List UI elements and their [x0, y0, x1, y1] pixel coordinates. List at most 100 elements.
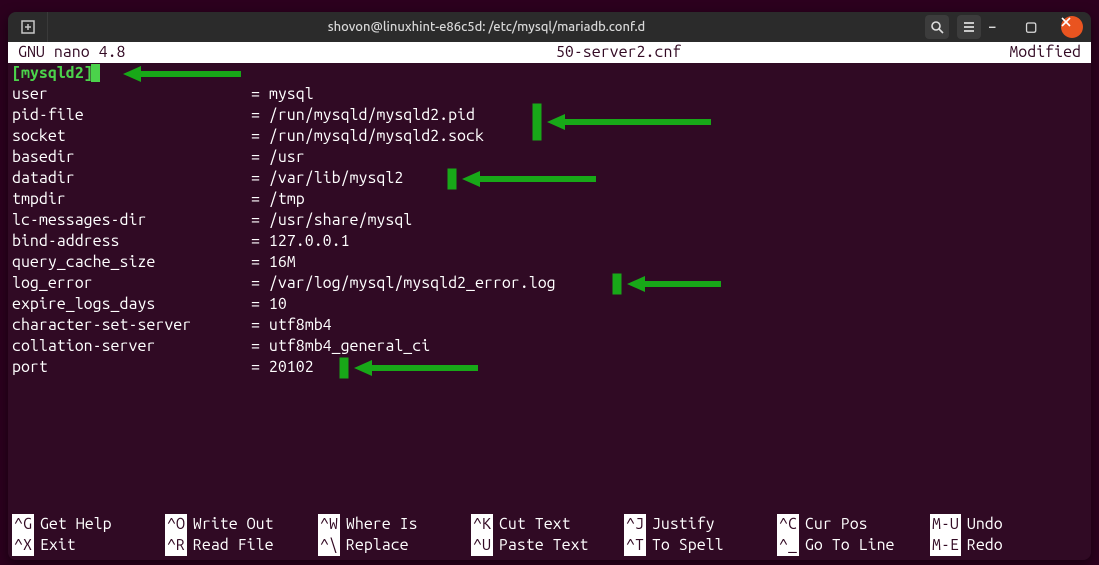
- shortcut-key: ^O: [165, 514, 187, 535]
- maximize-button[interactable]: ▢: [1025, 20, 1053, 35]
- config-value: /usr: [269, 148, 305, 166]
- config-line: socket = /run/mysqld/mysqld2.sock: [12, 126, 1091, 147]
- config-line: bind-address = 127.0.0.1: [12, 231, 1091, 252]
- shortcut-label: Get Help: [40, 514, 112, 535]
- search-button[interactable]: [925, 15, 949, 39]
- config-key: lc-messages-dir: [12, 210, 242, 231]
- config-line: tmpdir = /tmp: [12, 189, 1091, 210]
- nano-filename: 50-server2.cnf: [228, 42, 1009, 63]
- titlebar: shovon@linuxhint-e86c5d: /etc/mysql/mari…: [8, 12, 1091, 42]
- shortcut-label: Paste Text: [499, 535, 589, 556]
- shortcut-item: ^\ Replace: [318, 535, 471, 556]
- newtab-button[interactable]: [8, 12, 48, 42]
- shortcut-key: ^W: [318, 514, 340, 535]
- config-key: datadir: [12, 168, 242, 189]
- config-line: log_error = /var/log/mysql/mysqld2_error…: [12, 273, 1091, 294]
- config-value: /run/mysqld/mysqld2.pid: [269, 106, 475, 124]
- config-value: /tmp: [269, 190, 305, 208]
- shortcut-label: Cut Text: [499, 514, 571, 535]
- config-value: 10: [269, 295, 287, 313]
- config-key: socket: [12, 126, 242, 147]
- shortcut-item: ^R Read File: [165, 535, 318, 556]
- config-line: port = 20102: [12, 357, 1091, 378]
- shortcut-key: ^_: [777, 535, 799, 556]
- config-line: pid-file = /run/mysqld/mysqld2.pid: [12, 105, 1091, 126]
- shortcut-key: ^T: [624, 535, 646, 556]
- nano-app: GNU nano 4.8: [8, 42, 228, 63]
- shortcut-key: M-E: [930, 535, 961, 556]
- config-key: user: [12, 84, 242, 105]
- terminal-window: shovon@linuxhint-e86c5d: /etc/mysql/mari…: [8, 12, 1091, 560]
- shortcut-item: M-E Redo: [930, 535, 1083, 556]
- shortcut-key: ^J: [624, 514, 646, 535]
- config-key: pid-file: [12, 105, 242, 126]
- nano-shortcuts: ^G Get Help ^O Write Out ^W Where Is ^KCut Tex…: [8, 514, 1091, 556]
- shortcut-label: Cur Pos: [805, 514, 868, 535]
- config-line: character-set-server = utf8mb4: [12, 315, 1091, 336]
- shortcut-label: Replace: [346, 535, 409, 556]
- shortcut-label: Justify: [652, 514, 715, 535]
- config-key: character-set-server: [12, 315, 242, 336]
- shortcut-key: ^U: [471, 535, 493, 556]
- shortcut-item: ^J Justify: [624, 514, 777, 535]
- config-line: lc-messages-dir = /usr/share/mysql: [12, 210, 1091, 231]
- config-key: query_cache_size: [12, 252, 242, 273]
- shortcut-item: ^_ Go To Line: [777, 535, 930, 556]
- shortcut-item: ^X Exit: [12, 535, 165, 556]
- shortcut-item: ^KCut Text: [471, 514, 624, 535]
- config-line: collation-server = utf8mb4_general_ci: [12, 336, 1091, 357]
- shortcut-label: Write Out: [193, 514, 274, 535]
- shortcut-key: ^X: [12, 535, 34, 556]
- config-value: utf8mb4: [269, 316, 332, 334]
- shortcut-item: M-U Undo: [930, 514, 1083, 535]
- shortcut-item: ^T To Spell: [624, 535, 777, 556]
- shortcut-item: ^C Cur Pos: [777, 514, 930, 535]
- nano-status: Modified: [1009, 42, 1091, 63]
- cursor-icon: [91, 64, 100, 82]
- shortcut-label: To Spell: [652, 535, 724, 556]
- config-line: user = mysql: [12, 84, 1091, 105]
- config-key: expire_logs_days: [12, 294, 242, 315]
- config-key: log_error: [12, 273, 242, 294]
- shortcut-label: Undo: [967, 514, 1003, 535]
- menu-button[interactable]: [957, 15, 981, 39]
- shortcut-item: ^U Paste Text: [471, 535, 624, 556]
- close-button[interactable]: [1061, 16, 1083, 38]
- shortcut-item: ^W Where Is: [318, 514, 471, 535]
- window-title: shovon@linuxhint-e86c5d: /etc/mysql/mari…: [48, 20, 925, 34]
- shortcut-key: ^C: [777, 514, 799, 535]
- shortcut-label: Exit: [40, 535, 76, 556]
- shortcut-key: M-U: [930, 514, 961, 535]
- section-header: [mysqld2]: [12, 64, 93, 82]
- config-line: query_cache_size = 16M: [12, 252, 1091, 273]
- shortcut-label: Redo: [967, 535, 1003, 556]
- shortcut-key: ^G: [12, 514, 34, 535]
- config-value: utf8mb4_general_ci: [269, 337, 430, 355]
- shortcut-label: Where Is: [346, 514, 418, 535]
- shortcut-item: ^G Get Help: [12, 514, 165, 535]
- config-line: expire_logs_days = 10: [12, 294, 1091, 315]
- editor-area[interactable]: [mysqld2] user = mysqlpid-file = /run/my…: [8, 63, 1091, 378]
- config-key: bind-address: [12, 231, 242, 252]
- shortcut-label: Read File: [193, 535, 274, 556]
- config-value: /var/lib/mysql2: [269, 169, 403, 187]
- config-line: basedir = /usr: [12, 147, 1091, 168]
- shortcut-key: ^R: [165, 535, 187, 556]
- config-value: /usr/share/mysql: [269, 211, 412, 229]
- config-key: basedir: [12, 147, 242, 168]
- shortcut-label: Go To Line: [805, 535, 895, 556]
- config-value: /run/mysqld/mysqld2.sock: [269, 127, 484, 145]
- config-value: 127.0.0.1: [269, 232, 350, 250]
- config-value: mysql: [269, 85, 314, 103]
- terminal-body[interactable]: GNU nano 4.8 50-server2.cnf Modified [my…: [8, 42, 1091, 560]
- config-value: /var/log/mysql/mysqld2_error.log: [269, 274, 556, 292]
- config-value: 16M: [269, 253, 296, 271]
- nano-header: GNU nano 4.8 50-server2.cnf Modified: [8, 42, 1091, 63]
- minimize-button[interactable]: –: [989, 20, 1017, 34]
- config-line: datadir = /var/lib/mysql2: [12, 168, 1091, 189]
- config-value: 20102: [269, 358, 314, 376]
- shortcut-key: ^\: [318, 535, 340, 556]
- config-key: tmpdir: [12, 189, 242, 210]
- config-key: collation-server: [12, 336, 242, 357]
- config-key: port: [12, 357, 242, 378]
